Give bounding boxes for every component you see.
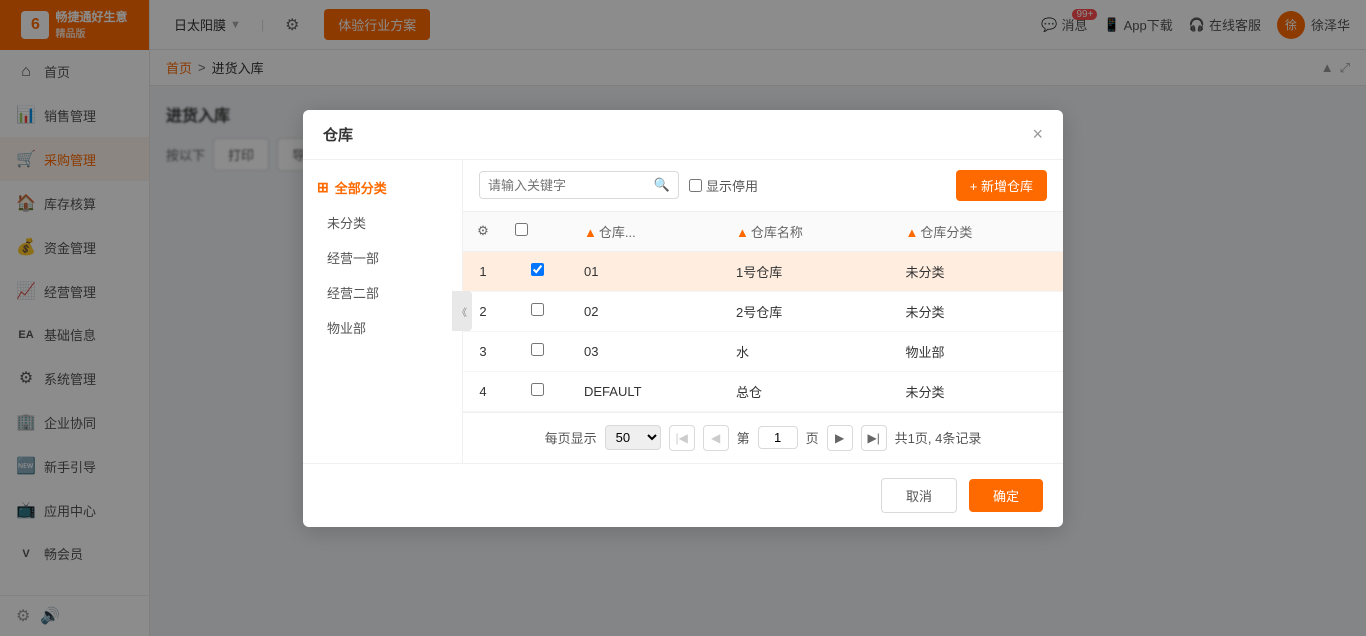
cancel-button[interactable]: 取消: [881, 478, 957, 513]
per-page-select[interactable]: 50 20 100: [605, 425, 661, 450]
page-first-button[interactable]: |◀: [669, 425, 695, 451]
show-disabled-label: 显示停用: [706, 176, 758, 195]
th-checkbox: [503, 212, 572, 252]
pagination: 每页显示 50 20 100 |◀ ◀ 第 页 ▶ ▶| 共1页, 4条记录: [463, 412, 1063, 463]
modal-body: ⊞ 全部分类 未分类 经营一部 经营二部 物业部 《: [303, 160, 1063, 463]
th-code[interactable]: ▲仓库...: [572, 212, 724, 252]
td-checkbox[interactable]: [503, 371, 572, 411]
td-code: 03: [572, 331, 724, 371]
page-next-button[interactable]: ▶: [827, 425, 853, 451]
page-prev-button[interactable]: ◀: [703, 425, 729, 451]
modal-footer: 取消 确定: [303, 463, 1063, 527]
add-warehouse-button[interactable]: + 新增仓库: [956, 170, 1047, 201]
table-row[interactable]: 3 03 水 物业部: [463, 331, 1063, 371]
show-disabled-checkbox[interactable]: [689, 179, 702, 192]
search-input[interactable]: [480, 173, 646, 198]
pagination-summary: 共1页, 4条记录: [895, 428, 982, 447]
td-checkbox[interactable]: [503, 331, 572, 371]
sort-cat-icon: ▲: [906, 225, 919, 240]
per-page-label: 每页显示: [545, 428, 597, 447]
table-row[interactable]: 1 01 1号仓库 未分类: [463, 251, 1063, 291]
td-name: 水: [724, 331, 893, 371]
td-category: 物业部: [894, 331, 1064, 371]
td-name: 总仓: [724, 371, 893, 411]
page-input[interactable]: [758, 426, 798, 449]
modal-title: 仓库: [323, 124, 353, 145]
th-category[interactable]: ▲仓库分类: [894, 212, 1064, 252]
td-checkbox[interactable]: [503, 251, 572, 291]
select-all-checkbox[interactable]: [515, 223, 528, 236]
gear-icon: ⚙: [477, 223, 489, 238]
th-gear: ⚙: [463, 212, 503, 252]
td-num: 3: [463, 331, 503, 371]
table-row[interactable]: 2 02 2号仓库 未分类: [463, 291, 1063, 331]
table-row[interactable]: 4 DEFAULT 总仓 未分类: [463, 371, 1063, 411]
th-name[interactable]: ▲仓库名称: [724, 212, 893, 252]
category-all[interactable]: ⊞ 全部分类: [303, 170, 462, 205]
modal-overlay: 仓库 × ⊞ 全部分类 未分类 经营一部 经营二部: [0, 0, 1366, 636]
table: ⚙ ▲仓库... ▲仓库名称 ▲仓库分类 1 01 1号仓库 未分类 2: [463, 212, 1063, 412]
category-panel: ⊞ 全部分类 未分类 经营一部 经营二部 物业部 《: [303, 160, 463, 463]
td-checkbox[interactable]: [503, 291, 572, 331]
collapse-category-button[interactable]: 《: [452, 291, 472, 331]
td-code: DEFAULT: [572, 371, 724, 411]
table-header-row: ⚙ ▲仓库... ▲仓库名称 ▲仓库分类: [463, 212, 1063, 252]
show-disabled-wrap: 显示停用: [689, 176, 758, 195]
search-icon[interactable]: 🔍: [646, 172, 678, 198]
confirm-button[interactable]: 确定: [969, 479, 1043, 512]
warehouse-table: ⚙ ▲仓库... ▲仓库名称 ▲仓库分类 1 01 1号仓库 未分类 2: [463, 212, 1063, 412]
td-category: 未分类: [894, 291, 1064, 331]
sort-code-icon: ▲: [584, 225, 597, 240]
page-last-button[interactable]: ▶|: [861, 425, 887, 451]
grid-icon: ⊞: [317, 179, 329, 196]
category-item-ops2[interactable]: 经营二部: [303, 275, 462, 310]
category-all-label: 全部分类: [335, 178, 387, 197]
category-item-ops1[interactable]: 经营一部: [303, 240, 462, 275]
page-label: 第: [737, 428, 750, 447]
td-code: 02: [572, 291, 724, 331]
warehouse-modal: 仓库 × ⊞ 全部分类 未分类 经营一部 经营二部: [303, 110, 1063, 527]
modal-header: 仓库 ×: [303, 110, 1063, 160]
right-panel: 🔍 显示停用 + 新增仓库 ⚙: [463, 160, 1063, 463]
td-name: 2号仓库: [724, 291, 893, 331]
td-num: 4: [463, 371, 503, 411]
modal-close-button[interactable]: ×: [1032, 125, 1043, 143]
td-category: 未分类: [894, 371, 1064, 411]
td-code: 01: [572, 251, 724, 291]
td-name: 1号仓库: [724, 251, 893, 291]
page-unit: 页: [806, 428, 819, 447]
category-item-unclassified[interactable]: 未分类: [303, 205, 462, 240]
category-item-property[interactable]: 物业部: [303, 310, 462, 345]
td-category: 未分类: [894, 251, 1064, 291]
right-toolbar: 🔍 显示停用 + 新增仓库: [463, 160, 1063, 212]
sort-name-icon: ▲: [736, 225, 749, 240]
td-num: 1: [463, 251, 503, 291]
search-wrap: 🔍: [479, 171, 679, 199]
